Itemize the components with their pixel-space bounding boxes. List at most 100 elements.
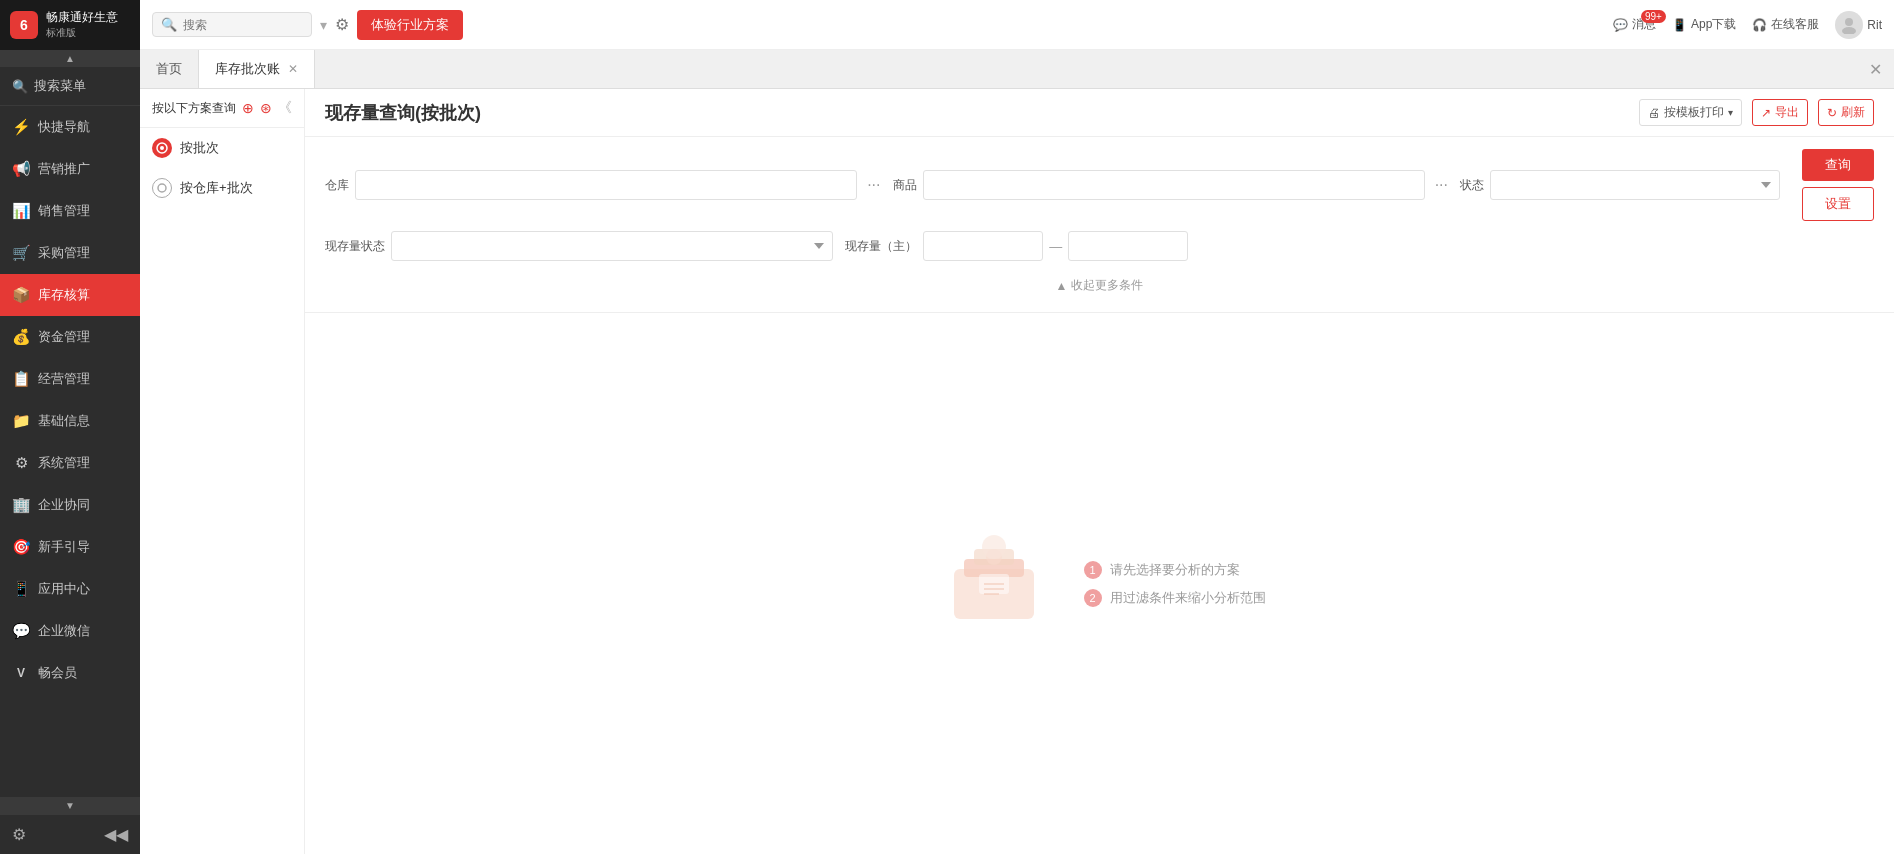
sidebar-item-wechat[interactable]: 💬 企业微信	[0, 610, 140, 652]
sidebar-item-operation[interactable]: 📋 经营管理	[0, 358, 140, 400]
filter-inventory-status-label: 现存量状态	[325, 238, 385, 255]
sidebar-label-marketing: 营销推广	[38, 160, 90, 178]
empty-hint-2: 2 用过滤条件来缩小分析范围	[1084, 589, 1266, 607]
scheme-by-batch[interactable]: 按批次	[140, 128, 304, 168]
finance-icon: 💰	[12, 328, 30, 346]
settings-btn[interactable]: 设置	[1802, 187, 1874, 221]
svg-point-3	[160, 146, 164, 150]
add-scheme-icon[interactable]: ⊕	[242, 100, 254, 116]
sidebar-item-marketing[interactable]: 📢 营销推广	[0, 148, 140, 190]
print-btn[interactable]: 🖨 按模板打印 ▾	[1639, 99, 1742, 126]
filter-collapse-btn[interactable]: ▲ 收起更多条件	[325, 271, 1874, 300]
topbar: 🔍 ▾ ⚙ 体验行业方案 💬 消息 99+ 📱 App下载 🎧 在线客服	[140, 0, 1894, 50]
scheme-settings-icon[interactable]: ⊛	[260, 100, 272, 116]
experience-btn[interactable]: 体验行业方案	[357, 10, 463, 40]
filter-inventory-status-select[interactable]	[391, 231, 833, 261]
filter-qty-min[interactable]	[923, 231, 1043, 261]
topbar-dropdown-icon[interactable]: ▾	[320, 17, 327, 33]
topbar-search-box[interactable]: 🔍	[152, 12, 312, 37]
sidebar-scroll-down[interactable]: ▼	[0, 797, 140, 814]
topbar-search-icon: 🔍	[161, 17, 177, 32]
svg-point-0	[1845, 18, 1853, 26]
refresh-btn[interactable]: ↻ 刷新	[1818, 99, 1874, 126]
query-btn[interactable]: 查询	[1802, 149, 1874, 181]
left-panel-header-icons: ⊕ ⊛ 《	[242, 99, 292, 117]
left-panel-header-text: 按以下方案查询	[152, 100, 236, 117]
sidebar-item-member[interactable]: V 畅会员	[0, 652, 140, 694]
print-label: 按模板打印	[1664, 104, 1724, 121]
sidebar-item-finance[interactable]: 💰 资金管理	[0, 316, 140, 358]
hint-text-2: 用过滤条件来缩小分析范围	[1110, 589, 1266, 607]
sidebar-item-newbie[interactable]: 🎯 新手引导	[0, 526, 140, 568]
app-name: 畅康通好生意	[46, 10, 118, 26]
user-avatar	[1835, 11, 1863, 39]
scheme-by-warehouse-batch[interactable]: 按仓库+批次	[140, 168, 304, 208]
sidebar-label-sales: 销售管理	[38, 202, 90, 220]
sales-icon: 📊	[12, 202, 30, 220]
messages-badge: 99+	[1641, 10, 1666, 23]
topbar-search-input[interactable]	[183, 18, 283, 32]
sidebar-item-basic[interactable]: 📁 基础信息	[0, 400, 140, 442]
sidebar-search-label: 搜索菜单	[34, 77, 86, 95]
sidebar-app-info: 畅康通好生意 标准版	[46, 10, 118, 40]
filter-row-1: 仓库 ··· 商品 ··· 状态	[325, 149, 1874, 221]
messages-btn[interactable]: 💬 消息 99+	[1613, 16, 1656, 33]
filter-area: 仓库 ··· 商品 ··· 状态	[305, 137, 1894, 313]
print-dropdown-icon[interactable]: ▾	[1728, 107, 1733, 118]
sidebar-item-purchase[interactable]: 🛒 采购管理	[0, 232, 140, 274]
svg-point-10	[982, 535, 1006, 559]
sidebar-label-enterprise: 企业协同	[38, 496, 90, 514]
topbar-gear-icon[interactable]: ⚙	[335, 15, 349, 34]
sidebar-label-wechat: 企业微信	[38, 622, 90, 640]
sidebar-item-appstore[interactable]: 📱 应用中心	[0, 568, 140, 610]
collapse-up-icon: ▲	[1056, 279, 1068, 293]
page-header: 现存量查询(按批次) 🖨 按模板打印 ▾ ↗ 导出 ↻ 刷新	[305, 89, 1894, 137]
filter-row-2: 现存量状态 现存量（主） —	[325, 231, 1874, 261]
sidebar-item-shortcut[interactable]: ⚡ 快捷导航	[0, 106, 140, 148]
collapse-sidebar-icon[interactable]: ◀◀	[104, 825, 128, 844]
app-download-btn[interactable]: 📱 App下载	[1672, 16, 1736, 33]
sidebar-item-system[interactable]: ⚙ 系统管理	[0, 442, 140, 484]
filter-warehouse: 仓库 ···	[325, 170, 881, 200]
sidebar-label-system: 系统管理	[38, 454, 90, 472]
scheme-batch-label: 按批次	[180, 139, 219, 157]
sidebar-label-purchase: 采购管理	[38, 244, 90, 262]
settings-footer-icon[interactable]: ⚙	[12, 825, 26, 844]
hint-num-1: 1	[1084, 561, 1102, 579]
online-service-btn[interactable]: 🎧 在线客服	[1752, 16, 1819, 33]
user-profile-btn[interactable]: Rit	[1835, 11, 1882, 39]
filter-status-select[interactable]	[1490, 170, 1780, 200]
warehouse-batch-scheme-icon	[152, 178, 172, 198]
filter-warehouse-more-icon[interactable]: ···	[867, 176, 880, 194]
filter-qty-range: 现存量（主） —	[845, 231, 1353, 261]
collapse-panel-icon[interactable]: 《	[278, 99, 292, 117]
sidebar-search[interactable]: 🔍 搜索菜单	[0, 67, 140, 106]
inventory-icon: 📦	[12, 286, 30, 304]
export-btn[interactable]: ↗ 导出	[1752, 99, 1808, 126]
left-panel: 按以下方案查询 ⊕ ⊛ 《 按批次 按仓库+批次	[140, 89, 305, 854]
tab-home[interactable]: 首页	[140, 50, 199, 88]
sidebar-item-inventory[interactable]: 📦 库存核算	[0, 274, 140, 316]
scheme-warehouse-batch-label: 按仓库+批次	[180, 179, 253, 197]
filter-warehouse-label: 仓库	[325, 177, 349, 194]
sidebar-label-operation: 经营管理	[38, 370, 90, 388]
sidebar-item-sales[interactable]: 📊 销售管理	[0, 190, 140, 232]
sidebar: 6 畅康通好生意 标准版 ▲ 🔍 搜索菜单 ⚡ 快捷导航 📢 营销推广 📊 销售…	[0, 0, 140, 854]
filter-status-label: 状态	[1460, 177, 1484, 194]
filter-qty-max[interactable]	[1068, 231, 1188, 261]
page-header-actions: 🖨 按模板打印 ▾ ↗ 导出 ↻ 刷新	[1639, 99, 1874, 126]
tab-inventory-batch[interactable]: 库存批次账 ✕	[199, 50, 315, 88]
home-tab-label: 首页	[156, 60, 182, 78]
filter-warehouse-input[interactable]	[355, 170, 857, 200]
export-icon: ↗	[1761, 106, 1771, 120]
sidebar-item-enterprise[interactable]: 🏢 企业协同	[0, 484, 140, 526]
empty-illustration	[934, 519, 1054, 648]
sidebar-scroll-up[interactable]: ▲	[0, 50, 140, 67]
newbie-icon: 🎯	[12, 538, 30, 556]
tabs-close-all[interactable]: ✕	[1857, 60, 1894, 79]
filter-product-more-icon[interactable]: ···	[1435, 176, 1448, 194]
filter-product-input[interactable]	[923, 170, 1425, 200]
tab-close-icon[interactable]: ✕	[288, 62, 298, 76]
sidebar-label-basic: 基础信息	[38, 412, 90, 430]
sidebar-scroll-area: 🔍 搜索菜单 ⚡ 快捷导航 📢 营销推广 📊 销售管理 🛒 采购管理 📦 库存核…	[0, 67, 140, 797]
